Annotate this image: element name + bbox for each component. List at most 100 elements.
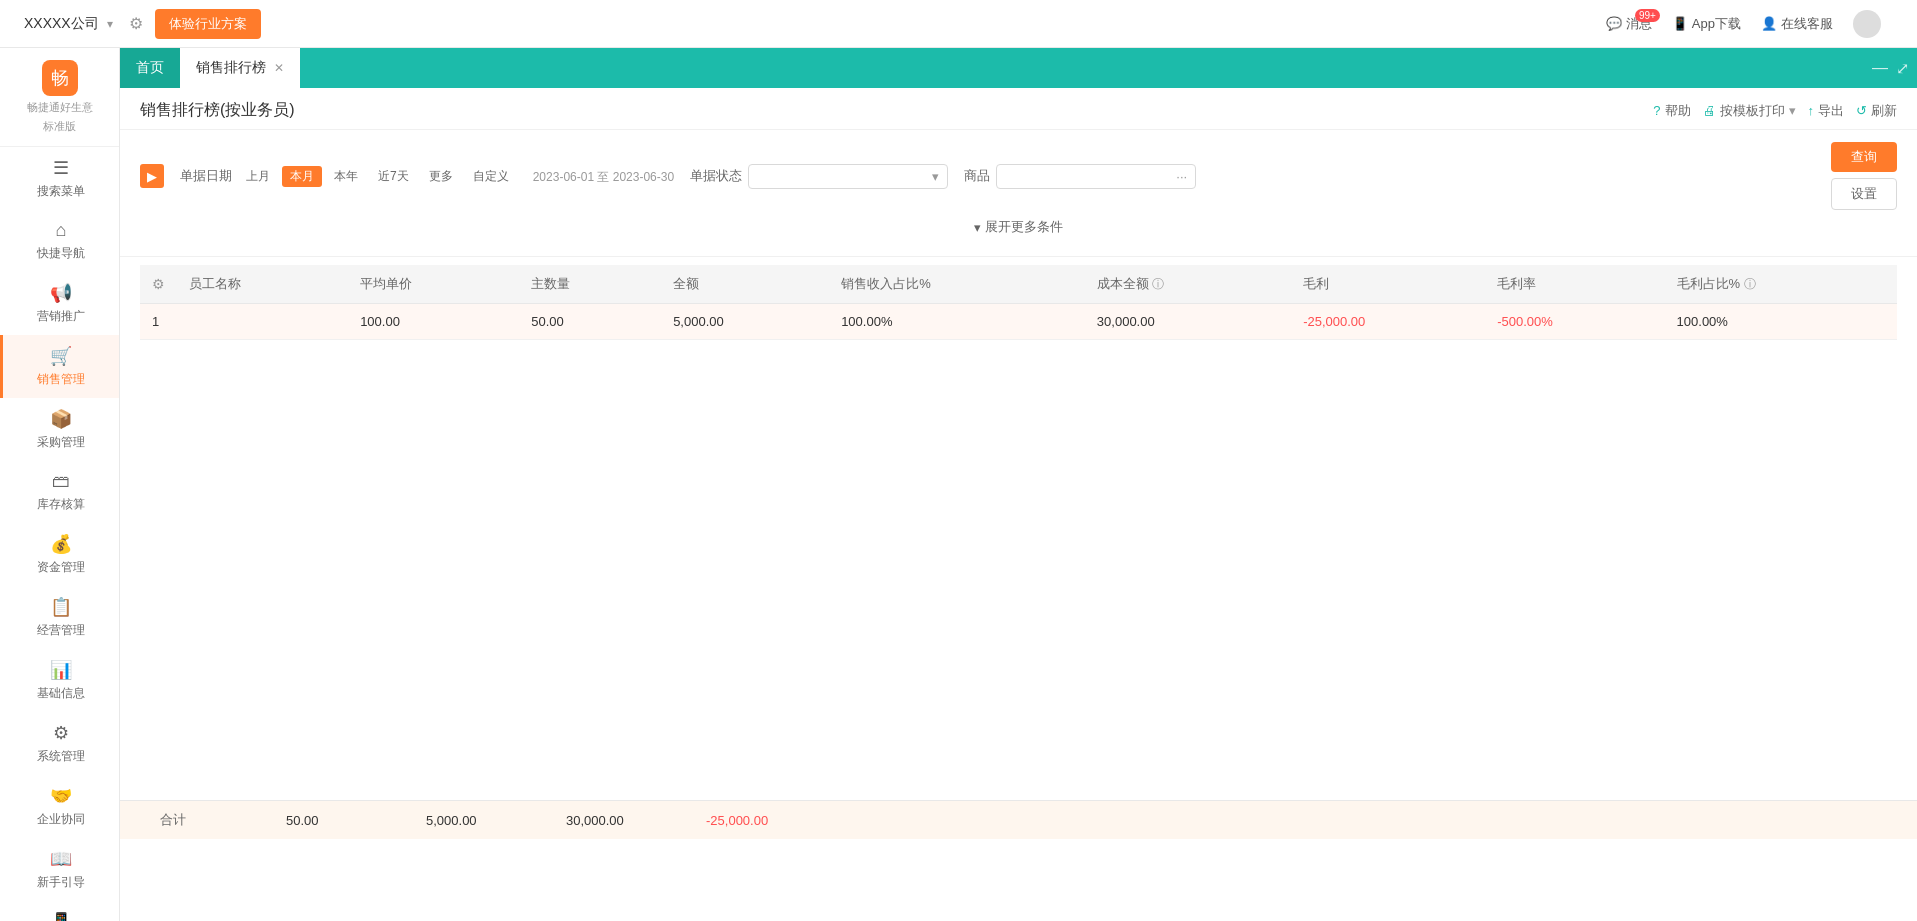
- goods-dots-icon[interactable]: ···: [1176, 169, 1187, 184]
- th-avg-price: 平均单价: [348, 265, 519, 304]
- message-icon-item[interactable]: 💬 消息 99+: [1606, 15, 1652, 33]
- page-actions: ? 帮助 🖨 按模板打印 ▾ ↑ 导出 ↺: [1653, 102, 1897, 120]
- page-header: 销售排行榜(按业务员) ? 帮助 🖨 按模板打印 ▾ ↑: [120, 88, 1917, 130]
- setting-button[interactable]: 设置: [1831, 178, 1897, 210]
- right-buttons: 查询 设置: [1831, 142, 1897, 210]
- export-button[interactable]: ↑ 导出: [1808, 102, 1845, 120]
- footer-main-qty: 50.00: [286, 813, 386, 828]
- td-cost: 30,000.00: [1085, 304, 1291, 340]
- th-name: 员工名称: [177, 265, 348, 304]
- expand-bar[interactable]: ▾ 展开更多条件: [140, 210, 1897, 244]
- print-icon: 🖨: [1703, 103, 1716, 118]
- status-filter-label: 单据状态: [690, 167, 742, 185]
- td-sales-pct: 100.00%: [829, 304, 1085, 340]
- sidebar-item-system[interactable]: ⚙ 系统管理: [0, 712, 119, 775]
- sidebar-item-inventory-label: 库存核算: [37, 496, 85, 513]
- th-cost: 成本全额 ⓘ: [1085, 265, 1291, 304]
- table-header-row: ⚙ 员工名称 平均单价 主数量 全额 销售收入占比% 成本全额 ⓘ: [140, 265, 1897, 304]
- sidebar-item-quick-nav-label: 快捷导航: [37, 245, 85, 262]
- company-name: XXXXX公司: [24, 15, 99, 33]
- date-tab-last-month[interactable]: 上月: [238, 166, 278, 187]
- filter-row: ▶ 单据日期 上月 本月 本年 近7天 更多 自定义: [140, 142, 1897, 210]
- td-gross-pct: 100.00%: [1665, 304, 1897, 340]
- service-icon: 👤: [1761, 16, 1777, 31]
- tab-sales-rank[interactable]: 销售排行榜 ✕: [180, 48, 300, 88]
- footer-label: 合计: [160, 811, 186, 829]
- template-print-button[interactable]: 🖨 按模板打印 ▾: [1703, 102, 1796, 120]
- tab-minimize-icon[interactable]: —: [1872, 59, 1888, 77]
- th-settings: ⚙: [140, 265, 177, 304]
- page-inner: 销售排行榜(按业务员) ? 帮助 🖨 按模板打印 ▾ ↑: [120, 88, 1917, 921]
- company-selector[interactable]: XXXXX公司 ▾: [16, 11, 121, 37]
- status-chevron-icon: ▾: [932, 169, 939, 184]
- avatar[interactable]: [1853, 10, 1881, 38]
- expand-label: 展开更多条件: [985, 218, 1063, 236]
- sidebar-item-guide[interactable]: 📖 新手引导: [0, 838, 119, 901]
- date-tab-more[interactable]: 更多: [421, 166, 461, 187]
- table-footer: 合计 50.00 5,000.00 30,000.00 -25,000.00: [120, 800, 1917, 839]
- th-gross-pct-info-icon[interactable]: ⓘ: [1744, 277, 1756, 291]
- date-tab-this-month[interactable]: 本月: [282, 166, 322, 187]
- sidebar-item-operations[interactable]: 📋 经营管理: [0, 586, 119, 649]
- tab-sales-rank-label: 销售排行榜: [196, 59, 266, 77]
- help-button[interactable]: ? 帮助: [1653, 102, 1690, 120]
- finance-icon: 💰: [50, 533, 72, 555]
- tab-maximize-icon[interactable]: ⤢: [1896, 59, 1909, 78]
- date-tab-custom[interactable]: 自定义: [465, 166, 517, 187]
- date-filter-label: 单据日期: [180, 167, 232, 185]
- sidebar-item-sales[interactable]: 🛒 销售管理: [0, 335, 119, 398]
- status-select[interactable]: ▾: [748, 164, 948, 189]
- tab-home[interactable]: 首页: [120, 48, 180, 88]
- message-icon: 💬: [1606, 16, 1622, 31]
- th-gross-rate: 毛利率: [1485, 265, 1664, 304]
- logo-symbol: 畅: [51, 66, 69, 90]
- tab-home-label: 首页: [136, 59, 164, 77]
- sidebar-item-marketing[interactable]: 📢 营销推广: [0, 272, 119, 335]
- logo-line1: 畅捷通好生意: [27, 100, 93, 115]
- print-chevron-icon: ▾: [1789, 103, 1796, 118]
- marketing-icon: 📢: [50, 282, 72, 304]
- th-gross-pct-label: 毛利占比%: [1677, 276, 1741, 291]
- refresh-button[interactable]: ↺ 刷新: [1856, 102, 1897, 120]
- online-service-item[interactable]: 👤 在线客服: [1761, 15, 1833, 33]
- date-tab-this-year[interactable]: 本年: [326, 166, 366, 187]
- sidebar-item-collab-label: 企业协同: [37, 811, 85, 828]
- help-label: 帮助: [1665, 102, 1691, 120]
- td-avg-price: 100.00: [348, 304, 519, 340]
- date-range-text: 2023-06-01 至 2023-06-30: [533, 169, 674, 186]
- gear-icon[interactable]: ⚙: [129, 14, 143, 33]
- sidebar-item-search-order[interactable]: ☰ 搜索菜单: [0, 147, 119, 210]
- sidebar-item-collab[interactable]: 🤝 企业协同: [0, 775, 119, 838]
- th-gross-pct: 毛利占比% ⓘ: [1665, 265, 1897, 304]
- basics-icon: 📊: [50, 659, 72, 681]
- query-button[interactable]: 查询: [1831, 142, 1897, 172]
- sidebar-item-operations-label: 经营管理: [37, 622, 85, 639]
- footer-amount: 5,000.00: [426, 813, 526, 828]
- col-settings-icon[interactable]: ⚙: [152, 276, 165, 292]
- sidebar-item-finance[interactable]: 💰 资金管理: [0, 523, 119, 586]
- sidebar-item-inventory[interactable]: 🗃 库存核算: [0, 461, 119, 523]
- sidebar-item-search-order-label: 搜索菜单: [37, 183, 85, 200]
- status-filter: 单据状态 ▾: [690, 164, 948, 189]
- main-layout: 畅 畅捷通好生意 标准版 ☰ 搜索菜单 ⌂ 快捷导航 📢 营销推广 🛒 销售管理…: [0, 48, 1917, 921]
- date-tab-7days[interactable]: 近7天: [370, 166, 417, 187]
- sidebar-item-quick-nav[interactable]: ⌂ 快捷导航: [0, 210, 119, 272]
- apps-icon: 📱: [50, 911, 72, 921]
- tab-bar: 首页 销售排行榜 ✕ — ⤢: [120, 48, 1917, 88]
- footer-gross: -25,000.00: [706, 813, 806, 828]
- sidebar-item-purchase[interactable]: 📦 采购管理: [0, 398, 119, 461]
- td-amount: 5,000.00: [661, 304, 829, 340]
- th-cost-info-icon[interactable]: ⓘ: [1152, 277, 1164, 291]
- trial-button[interactable]: 体验行业方案: [155, 9, 261, 39]
- tab-close-icon[interactable]: ✕: [274, 61, 284, 75]
- sidebar-item-apps[interactable]: 📱 应用中心: [0, 901, 119, 921]
- goods-input[interactable]: ···: [996, 164, 1196, 189]
- filter-bar: ▶ 单据日期 上月 本月 本年 近7天 更多 自定义: [120, 130, 1917, 257]
- sidebar-item-basics[interactable]: 📊 基础信息: [0, 649, 119, 712]
- app-download-item[interactable]: 📱 App下载: [1672, 15, 1741, 33]
- online-service-label: 在线客服: [1781, 15, 1833, 33]
- refresh-icon: ↺: [1856, 103, 1867, 118]
- data-table: ⚙ 员工名称 平均单价 主数量 全额 销售收入占比% 成本全额 ⓘ: [140, 265, 1897, 340]
- filter-toggle-icon[interactable]: ▶: [140, 164, 164, 188]
- sidebar-logo: 畅 畅捷通好生意 标准版: [0, 48, 119, 147]
